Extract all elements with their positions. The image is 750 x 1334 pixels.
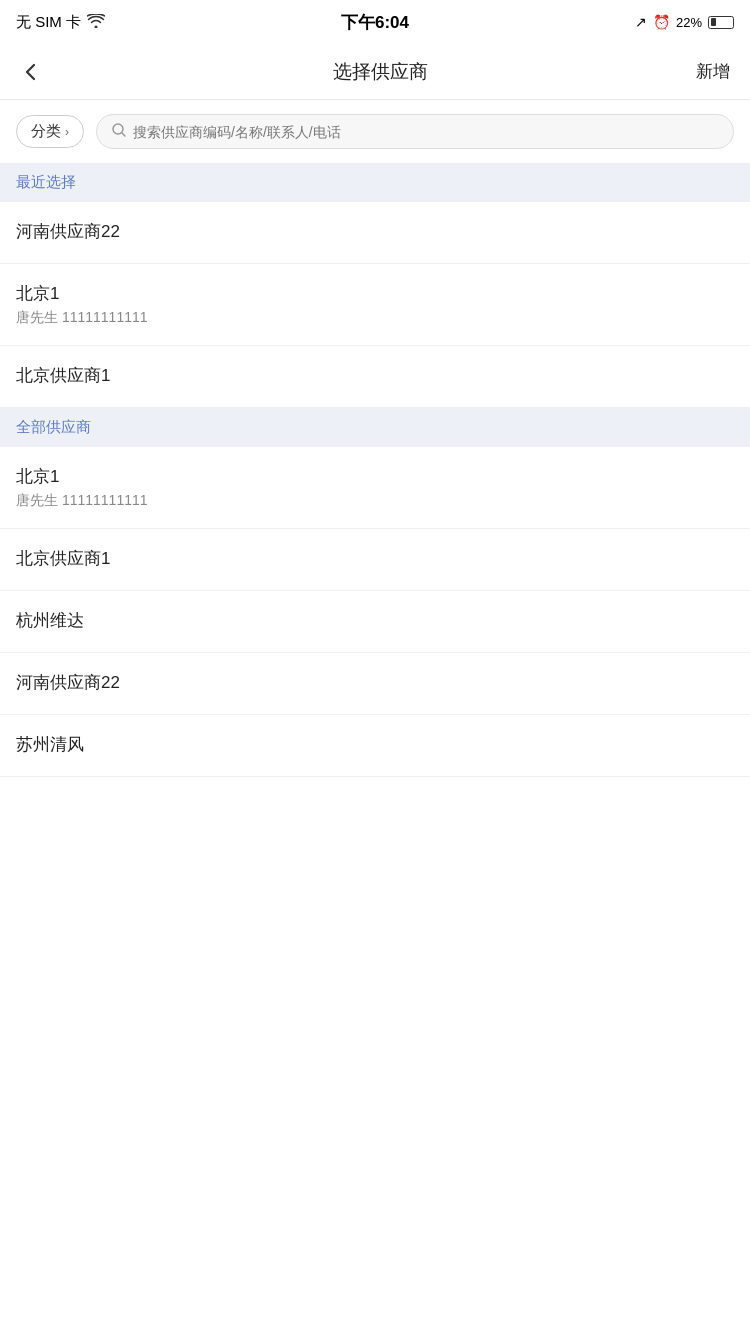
recent-section-header: 最近选择 bbox=[0, 163, 750, 202]
all-list-item[interactable]: 杭州维达 bbox=[0, 591, 750, 653]
page-title: 选择供应商 bbox=[333, 59, 428, 85]
all-section-header: 全部供应商 bbox=[0, 408, 750, 447]
status-time: 下午6:04 bbox=[341, 11, 409, 34]
all-list-item[interactable]: 河南供应商22 bbox=[0, 653, 750, 715]
category-label: 分类 bbox=[31, 122, 61, 141]
item-name: 苏州清风 bbox=[16, 733, 734, 756]
category-button[interactable]: 分类 › bbox=[16, 115, 84, 148]
all-list-item[interactable]: 北京供应商1 bbox=[0, 529, 750, 591]
status-right: ↗ ⏰ 22% bbox=[635, 14, 734, 30]
location-icon: ↗ bbox=[635, 14, 647, 30]
status-bar: 无 SIM 卡 下午6:04 ↗ ⏰ 22% bbox=[0, 0, 750, 44]
all-list-item[interactable]: 苏州清风 bbox=[0, 715, 750, 777]
recent-section-title: 最近选择 bbox=[16, 173, 76, 190]
no-sim-text: 无 SIM 卡 bbox=[16, 13, 81, 32]
item-name: 河南供应商22 bbox=[16, 220, 734, 243]
all-list-item[interactable]: 北京1 唐先生 11111111111 bbox=[0, 447, 750, 529]
alarm-icon: ⏰ bbox=[653, 14, 670, 30]
item-name: 河南供应商22 bbox=[16, 671, 734, 694]
item-sub: 唐先生 11111111111 bbox=[16, 309, 734, 327]
recent-list-item[interactable]: 北京1 唐先生 11111111111 bbox=[0, 264, 750, 346]
wifi-icon bbox=[87, 14, 105, 31]
nav-bar: 选择供应商 新增 bbox=[0, 44, 750, 100]
battery-icon bbox=[708, 16, 734, 29]
chevron-right-icon: › bbox=[65, 125, 69, 139]
item-name: 北京供应商1 bbox=[16, 547, 734, 570]
search-icon bbox=[111, 122, 127, 141]
search-box[interactable] bbox=[96, 114, 734, 149]
item-sub: 唐先生 11111111111 bbox=[16, 492, 734, 510]
filter-bar: 分类 › bbox=[0, 100, 750, 163]
item-name: 杭州维达 bbox=[16, 609, 734, 632]
item-name: 北京1 bbox=[16, 282, 734, 305]
battery-percent: 22% bbox=[676, 15, 702, 30]
all-items-list: 北京1 唐先生 11111111111 北京供应商1 杭州维达河南供应商22 苏州清风 bbox=[0, 447, 750, 777]
recent-list-item[interactable]: 河南供应商22 bbox=[0, 202, 750, 264]
item-name: 北京供应商1 bbox=[16, 364, 734, 387]
item-name: 北京1 bbox=[16, 465, 734, 488]
back-button[interactable] bbox=[20, 61, 64, 83]
all-section-title: 全部供应商 bbox=[16, 418, 91, 435]
add-button[interactable]: 新增 bbox=[696, 60, 730, 83]
recent-list-item[interactable]: 北京供应商1 bbox=[0, 346, 750, 408]
recent-items-list: 河南供应商22 北京1 唐先生 11111111111 北京供应商1 bbox=[0, 202, 750, 408]
status-left: 无 SIM 卡 bbox=[16, 13, 105, 32]
search-input[interactable] bbox=[133, 124, 719, 140]
